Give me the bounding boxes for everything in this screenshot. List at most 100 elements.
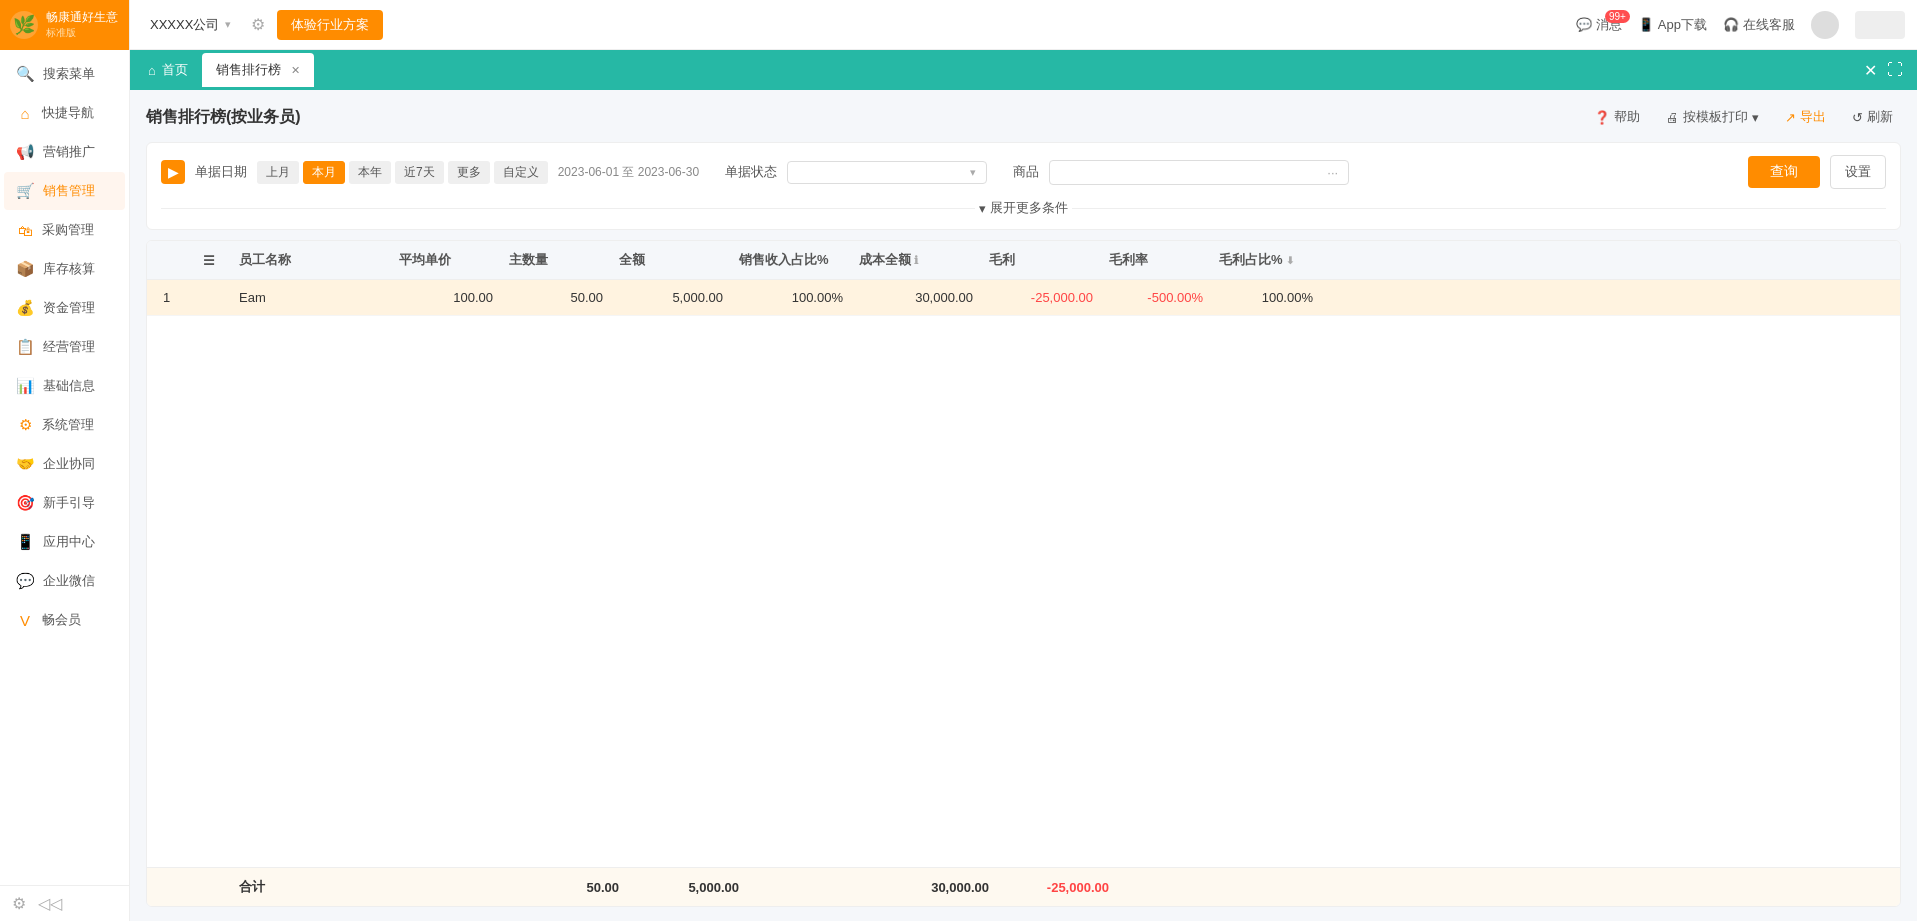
col-header-profit-pct: 毛利占比% ⬇: [1211, 241, 1321, 279]
query-button[interactable]: 查询: [1748, 156, 1820, 188]
quick-nav-icon: ⌂: [16, 105, 34, 122]
app-download-group[interactable]: 📱 App下载: [1638, 16, 1707, 34]
message-group[interactable]: 💬 消息 99+: [1576, 16, 1622, 34]
sidebar-item-inventory[interactable]: 📦 库存核算: [4, 250, 125, 288]
main-content: XXXXX公司 ▾ ⚙ 体验行业方案 💬 消息 99+ 📱 App下载 🎧 在线…: [130, 0, 1917, 921]
sidebar-item-wechat[interactable]: 💬 企业微信: [4, 562, 125, 600]
trial-button[interactable]: 体验行业方案: [277, 10, 383, 40]
member-icon: V: [16, 612, 34, 629]
svg-text:🌿: 🌿: [13, 14, 36, 36]
message-icon: 💬: [1576, 17, 1592, 32]
online-service-group[interactable]: 🎧 在线客服: [1723, 16, 1795, 34]
topbar-settings-icon[interactable]: ⚙: [251, 15, 265, 34]
col-header-amount: 全额: [611, 241, 731, 279]
page-actions: ❓ 帮助 🖨 按模板打印 ▾ ↗ 导出 ↺ 刷新: [1586, 104, 1901, 130]
collapse-icon[interactable]: ◁◁: [38, 894, 62, 913]
sales-icon: 🛒: [16, 182, 35, 200]
export-button[interactable]: ↗ 导出: [1777, 104, 1834, 130]
more-conditions-row[interactable]: ▾ 展开更多条件: [161, 199, 1886, 217]
cost-info-icon[interactable]: ℹ: [914, 254, 918, 267]
tab-close-all-icon[interactable]: ✕: [1864, 61, 1877, 80]
cell-qty: 50.00: [501, 280, 611, 315]
cell-margin: -500.00%: [1101, 280, 1211, 315]
sidebar-label-wechat: 企业微信: [43, 572, 95, 590]
sidebar-item-marketing[interactable]: 📢 营销推广: [4, 133, 125, 171]
export-icon: ↗: [1785, 110, 1796, 125]
topbar-right: 💬 消息 99+ 📱 App下载 🎧 在线客服: [1576, 11, 1905, 39]
sidebar-item-finance[interactable]: 💰 资金管理: [4, 289, 125, 327]
tab-fullscreen-icon[interactable]: ⛶: [1887, 61, 1903, 79]
help-button[interactable]: ❓ 帮助: [1586, 104, 1648, 130]
profit-pct-sort-icon[interactable]: ⬇: [1286, 255, 1294, 266]
date-btn-custom[interactable]: 自定义: [494, 161, 548, 184]
col-header-avg-price: 平均单价: [391, 241, 501, 279]
more-conditions-label: 展开更多条件: [990, 199, 1068, 217]
purchase-icon: 🛍: [16, 222, 34, 239]
col-header-margin: 毛利率: [1101, 241, 1211, 279]
goods-label: 商品: [1013, 163, 1039, 181]
sidebar-item-system[interactable]: ⚙ 系统管理: [4, 406, 125, 444]
sidebar-menu: 🔍 搜索菜单⌂ 快捷导航📢 营销推广🛒 销售管理🛍 采购管理📦 库存核算💰 资金…: [0, 50, 129, 885]
basic-icon: 📊: [16, 377, 35, 395]
date-range-display: 2023-06-01 至 2023-06-30: [558, 164, 699, 181]
footer-label: 合计: [239, 878, 399, 896]
tab-home[interactable]: ⌂ 首页: [134, 53, 202, 87]
settings-button[interactable]: 设置: [1830, 155, 1886, 189]
print-button[interactable]: 🖨 按模板打印 ▾: [1658, 104, 1767, 130]
tabbar: ⌂ 首页 销售排行榜 ✕ ✕ ⛶: [130, 50, 1917, 90]
sidebar-item-enterprise[interactable]: 🤝 企业协同: [4, 445, 125, 483]
tab-close-icon[interactable]: ✕: [291, 64, 300, 77]
more-conditions-right-line: [1072, 208, 1886, 209]
table-row[interactable]: 1 Eam 100.00 50.00 5,000.00 100.00% 30,0…: [147, 280, 1900, 316]
user-avatar[interactable]: [1811, 11, 1839, 39]
sidebar-item-member[interactable]: V 畅会员: [4, 601, 125, 639]
col-header-sales-pct: 销售收入占比%: [731, 241, 851, 279]
print-icon: 🖨: [1666, 110, 1679, 125]
sidebar-item-purchase[interactable]: 🛍 采购管理: [4, 211, 125, 249]
cell-profit-pct: 100.00%: [1211, 280, 1321, 315]
tab-sales-ranking[interactable]: 销售排行榜 ✕: [202, 53, 314, 87]
topbar: XXXXX公司 ▾ ⚙ 体验行业方案 💬 消息 99+ 📱 App下载 🎧 在线…: [130, 0, 1917, 50]
sidebar-item-guide[interactable]: 🎯 新手引导: [4, 484, 125, 522]
company-name: XXXXX公司: [150, 16, 219, 34]
wechat-icon: 💬: [16, 572, 35, 590]
sidebar-item-search[interactable]: 🔍 搜索菜单: [4, 55, 125, 93]
date-btn-last-month[interactable]: 上月: [257, 161, 299, 184]
company-selector[interactable]: XXXXX公司 ▾: [142, 12, 239, 38]
status-select[interactable]: ▾: [787, 161, 987, 184]
sidebar-item-operations[interactable]: 📋 经营管理: [4, 328, 125, 366]
sidebar-label-guide: 新手引导: [43, 494, 95, 512]
footer-cost: 30,000.00: [859, 880, 989, 895]
sidebar-item-apps[interactable]: 📱 应用中心: [4, 523, 125, 561]
user-name-placeholder: [1855, 11, 1905, 39]
sidebar-label-sales: 销售管理: [43, 182, 95, 200]
sidebar: 🌿 畅康通好生意 标准版 🔍 搜索菜单⌂ 快捷导航📢 营销推广🛒 销售管理🛍 采…: [0, 0, 130, 921]
date-btn-this-month[interactable]: 本月: [303, 161, 345, 184]
sidebar-item-basic[interactable]: 📊 基础信息: [4, 367, 125, 405]
expand-more-icon: ▾: [979, 201, 986, 216]
sidebar-logo: 🌿 畅康通好生意 标准版: [0, 0, 129, 50]
sidebar-label-apps: 应用中心: [43, 533, 95, 551]
col-header-icon[interactable]: ☰: [195, 241, 231, 279]
date-btn-more[interactable]: 更多: [448, 161, 490, 184]
refresh-button[interactable]: ↺ 刷新: [1844, 104, 1901, 130]
sidebar-label-inventory: 库存核算: [43, 260, 95, 278]
help-icon: ❓: [1594, 110, 1610, 125]
sidebar-label-quick-nav: 快捷导航: [42, 104, 94, 122]
date-btn-this-year[interactable]: 本年: [349, 161, 391, 184]
home-icon: ⌂: [148, 63, 156, 78]
filter-area: ▶ 单据日期 上月 本月 本年 近7天 更多 自定义 2023-06-01 至 …: [146, 142, 1901, 230]
tabbar-right: ✕ ⛶: [1864, 61, 1913, 80]
filter-expand-icon[interactable]: ▶: [161, 160, 185, 184]
company-arrow-icon: ▾: [225, 18, 231, 31]
goods-select[interactable]: ···: [1049, 160, 1349, 185]
search-icon: 🔍: [16, 65, 35, 83]
apps-icon: 📱: [16, 533, 35, 551]
sidebar-label-marketing: 营销推广: [43, 143, 95, 161]
table-footer: 合计 50.00 5,000.00 30,000.00 -25,000.00: [147, 867, 1900, 906]
settings-bottom-icon[interactable]: ⚙: [12, 894, 26, 913]
date-btn-7days[interactable]: 近7天: [395, 161, 444, 184]
col-header-cost: 成本全额 ℹ: [851, 241, 981, 279]
sidebar-item-quick-nav[interactable]: ⌂ 快捷导航: [4, 94, 125, 132]
sidebar-item-sales[interactable]: 🛒 销售管理: [4, 172, 125, 210]
